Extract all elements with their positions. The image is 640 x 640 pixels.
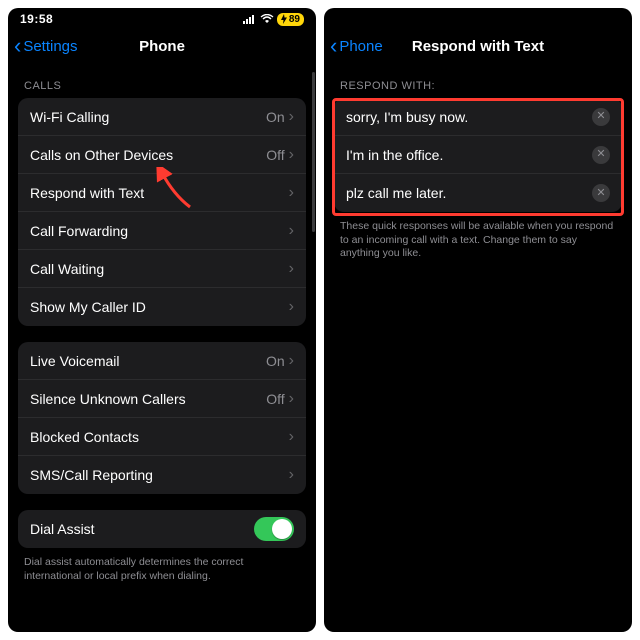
clear-button[interactable]: ✕ [592,108,610,126]
nav-bar: ‹ Phone Respond with Text [324,28,632,64]
clear-button[interactable]: ✕ [592,146,610,164]
calls-group: Wi-Fi Calling On › Calls on Other Device… [18,98,306,326]
chevron-right-icon: › [289,222,294,240]
chevron-right-icon: › [289,146,294,164]
row-silence-unknown[interactable]: Silence Unknown Callers Off › [18,380,306,418]
dial-assist-toggle[interactable] [254,517,294,541]
page-title: Respond with Text [412,38,544,55]
responses-group: sorry, I'm busy now. ✕ I'm in the office… [334,98,622,212]
bolt-icon [281,14,287,24]
response-field-3[interactable]: plz call me later. ✕ [334,174,622,212]
group-2: Live Voicemail On › Silence Unknown Call… [18,342,306,494]
left-screenshot: 19:58 89 ‹ Settings Phone CALLS Wi-Fi Ca… [8,8,316,632]
responses-footer: These quick responses will be available … [324,216,632,273]
chevron-right-icon: › [289,298,294,316]
battery-indicator: 89 [277,13,304,26]
row-dial-assist[interactable]: Dial Assist [18,510,306,548]
chevron-right-icon: › [289,184,294,202]
section-header-calls: CALLS [8,64,316,98]
back-button[interactable]: ‹ Settings [14,35,78,57]
chevron-left-icon: ‹ [330,35,337,57]
close-icon: ✕ [596,188,605,199]
row-respond-with-text[interactable]: Respond with Text › [18,174,306,212]
nav-bar: ‹ Settings Phone [8,28,316,64]
row-blocked-contacts[interactable]: Blocked Contacts › [18,418,306,456]
chevron-right-icon: › [289,466,294,484]
chevron-right-icon: › [289,108,294,126]
dial-assist-group: Dial Assist [18,510,306,548]
page-title: Phone [139,38,185,55]
status-time: 19:58 [20,12,53,26]
chevron-right-icon: › [289,352,294,370]
section-header-respond: RESPOND WITH: [324,64,632,98]
clear-button[interactable]: ✕ [592,184,610,202]
dial-assist-footer: Dial assist automatically determines the… [8,552,316,595]
row-calls-other-devices[interactable]: Calls on Other Devices Off › [18,136,306,174]
scroll-indicator[interactable] [312,72,315,232]
response-field-2[interactable]: I'm in the office. ✕ [334,136,622,174]
chevron-right-icon: › [289,390,294,408]
chevron-left-icon: ‹ [14,35,21,57]
row-wifi-calling[interactable]: Wi-Fi Calling On › [18,98,306,136]
back-label: Settings [23,38,77,55]
row-sms-call-reporting[interactable]: SMS/Call Reporting › [18,456,306,494]
row-show-caller-id[interactable]: Show My Caller ID › [18,288,306,326]
response-field-1[interactable]: sorry, I'm busy now. ✕ [334,98,622,136]
wifi-icon [260,14,274,24]
signal-icon [243,14,257,24]
close-icon: ✕ [596,111,605,122]
status-icons: 89 [243,13,304,26]
row-call-forwarding[interactable]: Call Forwarding › [18,212,306,250]
chevron-right-icon: › [289,260,294,278]
chevron-right-icon: › [289,428,294,446]
row-call-waiting[interactable]: Call Waiting › [18,250,306,288]
back-label: Phone [339,38,382,55]
row-live-voicemail[interactable]: Live Voicemail On › [18,342,306,380]
close-icon: ✕ [596,149,605,160]
right-screenshot: ‹ Phone Respond with Text RESPOND WITH: … [324,8,632,632]
back-button[interactable]: ‹ Phone [330,35,383,57]
status-bar: 19:58 89 [8,8,316,28]
